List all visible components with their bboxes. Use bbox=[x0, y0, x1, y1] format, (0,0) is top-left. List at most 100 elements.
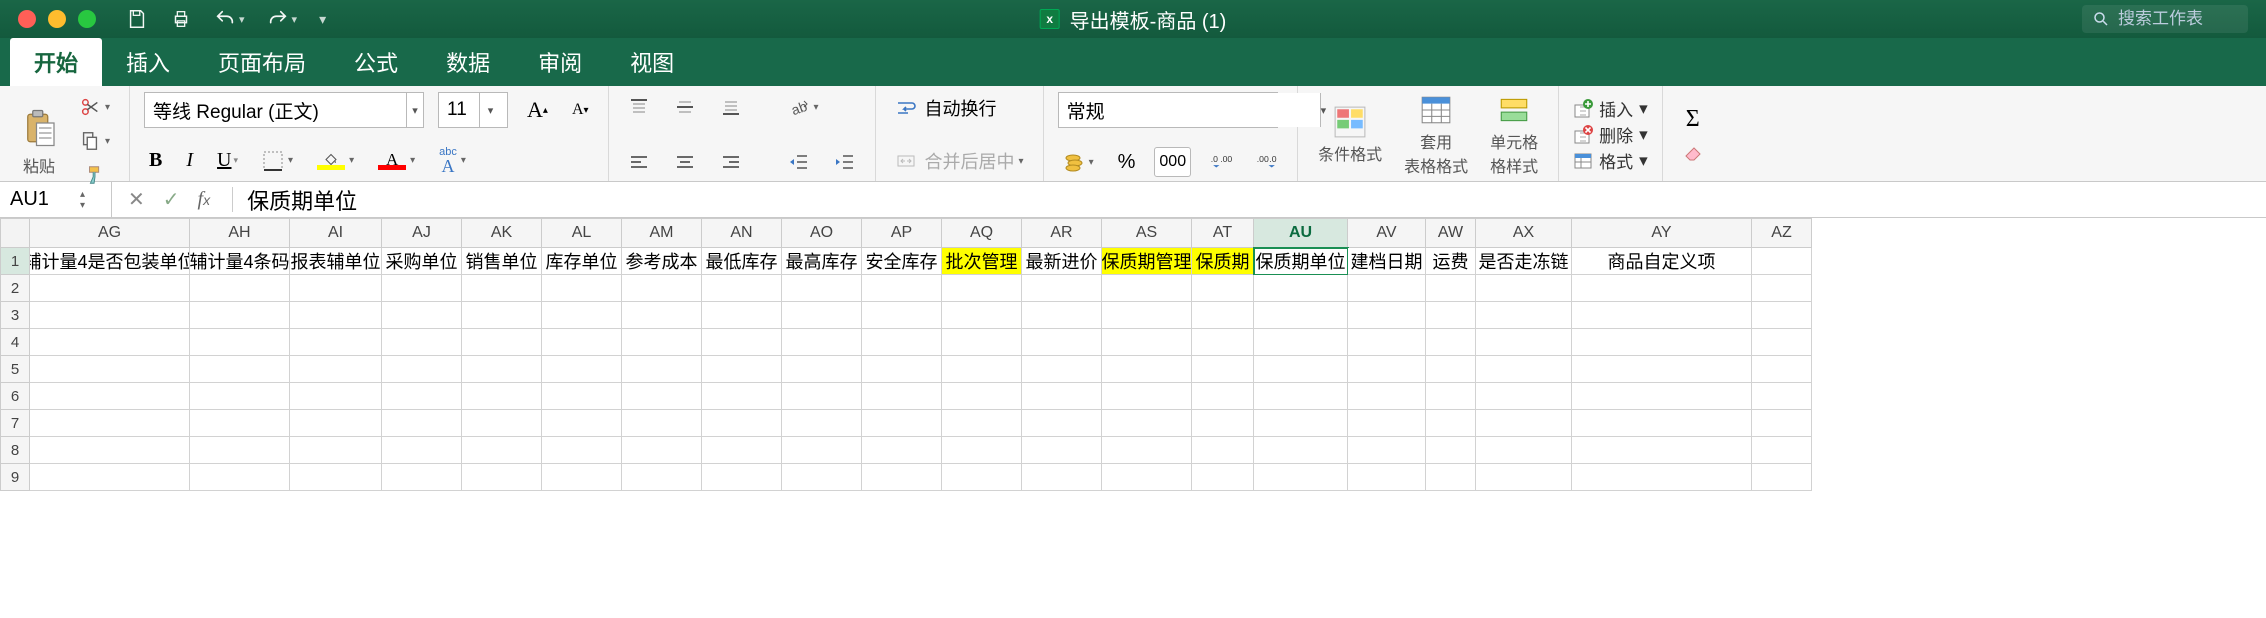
cell[interactable] bbox=[190, 302, 290, 329]
cell[interactable] bbox=[1752, 464, 1812, 491]
cell[interactable] bbox=[1102, 329, 1192, 356]
cell[interactable]: 辅计量4条码 bbox=[190, 248, 290, 275]
formula-input[interactable] bbox=[239, 187, 2266, 213]
minimize-window-button[interactable] bbox=[48, 10, 66, 28]
row-header[interactable]: 2 bbox=[0, 275, 30, 302]
cell[interactable] bbox=[290, 410, 382, 437]
cell[interactable] bbox=[622, 464, 702, 491]
select-all-corner[interactable] bbox=[0, 218, 30, 248]
print-button[interactable] bbox=[170, 8, 192, 30]
cell[interactable] bbox=[190, 383, 290, 410]
cell[interactable] bbox=[1476, 383, 1572, 410]
cell[interactable] bbox=[542, 410, 622, 437]
cell[interactable] bbox=[1752, 437, 1812, 464]
cell[interactable] bbox=[942, 410, 1022, 437]
cell[interactable] bbox=[1476, 410, 1572, 437]
cell[interactable] bbox=[382, 383, 462, 410]
font-name-dropdown[interactable]: ▾ bbox=[406, 93, 423, 127]
cell[interactable] bbox=[702, 383, 782, 410]
font-name-input[interactable] bbox=[145, 93, 406, 127]
autosum-button[interactable]: Σ bbox=[1677, 103, 1709, 136]
column-header[interactable]: AL bbox=[542, 218, 622, 248]
cell[interactable] bbox=[942, 437, 1022, 464]
cell[interactable] bbox=[942, 329, 1022, 356]
cell[interactable] bbox=[1426, 410, 1476, 437]
comma-style-button[interactable]: 000 bbox=[1154, 147, 1191, 177]
number-format-input[interactable] bbox=[1059, 93, 1320, 127]
cell[interactable] bbox=[1348, 437, 1426, 464]
cell[interactable] bbox=[942, 302, 1022, 329]
save-button[interactable] bbox=[126, 8, 148, 30]
cell[interactable] bbox=[1752, 302, 1812, 329]
decrease-indent-button[interactable] bbox=[783, 147, 815, 177]
cell[interactable] bbox=[1192, 302, 1254, 329]
cell[interactable] bbox=[290, 302, 382, 329]
cell[interactable]: 最高库存 bbox=[782, 248, 862, 275]
cell[interactable] bbox=[1476, 464, 1572, 491]
cell[interactable] bbox=[1192, 356, 1254, 383]
cell[interactable] bbox=[30, 356, 190, 383]
cell[interactable] bbox=[1102, 410, 1192, 437]
row-header[interactable]: 7 bbox=[0, 410, 30, 437]
cell[interactable] bbox=[942, 464, 1022, 491]
cell[interactable] bbox=[290, 383, 382, 410]
cell[interactable] bbox=[1426, 383, 1476, 410]
cell[interactable] bbox=[190, 464, 290, 491]
font-size-combo[interactable]: ▾ bbox=[438, 92, 508, 128]
cell[interactable] bbox=[542, 329, 622, 356]
cell[interactable] bbox=[1102, 437, 1192, 464]
cell[interactable] bbox=[942, 356, 1022, 383]
cell[interactable] bbox=[782, 410, 862, 437]
cell[interactable] bbox=[542, 437, 622, 464]
cell[interactable] bbox=[1426, 329, 1476, 356]
cell[interactable] bbox=[1102, 464, 1192, 491]
wrap-text-button[interactable]: 自动换行 bbox=[890, 92, 1002, 124]
cell[interactable] bbox=[1254, 410, 1348, 437]
cell[interactable] bbox=[1022, 356, 1102, 383]
cell[interactable] bbox=[382, 302, 462, 329]
cell[interactable] bbox=[622, 275, 702, 302]
qat-customize-button[interactable]: ▾ bbox=[319, 11, 326, 28]
tab-页面布局[interactable]: 页面布局 bbox=[194, 38, 330, 86]
cut-button[interactable]: ▾ bbox=[74, 92, 115, 122]
column-header[interactable]: AV bbox=[1348, 218, 1426, 248]
cell[interactable] bbox=[1752, 329, 1812, 356]
cell[interactable] bbox=[382, 329, 462, 356]
cell[interactable] bbox=[1426, 275, 1476, 302]
cell[interactable] bbox=[542, 383, 622, 410]
enter-formula-button[interactable]: ✓ bbox=[163, 187, 180, 212]
align-top-button[interactable] bbox=[623, 92, 655, 122]
cell[interactable]: 建档日期 bbox=[1348, 248, 1426, 275]
cell[interactable]: 是否走冻链 bbox=[1476, 248, 1572, 275]
align-middle-button[interactable] bbox=[669, 92, 701, 122]
cell[interactable] bbox=[382, 464, 462, 491]
cell[interactable]: 最新进价 bbox=[1022, 248, 1102, 275]
column-header[interactable]: AU bbox=[1254, 218, 1348, 248]
cell[interactable] bbox=[862, 275, 942, 302]
column-header[interactable]: AH bbox=[190, 218, 290, 248]
column-header[interactable]: AQ bbox=[942, 218, 1022, 248]
cell[interactable] bbox=[1752, 248, 1812, 275]
cell[interactable] bbox=[542, 302, 622, 329]
format-cells-button[interactable]: 格式▾ bbox=[1573, 148, 1648, 173]
cell[interactable] bbox=[862, 329, 942, 356]
row-header[interactable]: 5 bbox=[0, 356, 30, 383]
zoom-window-button[interactable] bbox=[78, 10, 96, 28]
cell[interactable] bbox=[1572, 302, 1752, 329]
cell[interactable] bbox=[542, 275, 622, 302]
insert-cells-button[interactable]: 插入▾ bbox=[1573, 96, 1648, 121]
cell[interactable] bbox=[782, 383, 862, 410]
cell[interactable] bbox=[1254, 329, 1348, 356]
cell[interactable] bbox=[1022, 410, 1102, 437]
tab-视图[interactable]: 视图 bbox=[606, 38, 698, 86]
cell[interactable] bbox=[782, 464, 862, 491]
cell[interactable]: 库存单位 bbox=[542, 248, 622, 275]
sheet-search-input[interactable] bbox=[2118, 9, 2238, 29]
cell[interactable] bbox=[1426, 356, 1476, 383]
cell[interactable] bbox=[462, 356, 542, 383]
sheet-search[interactable] bbox=[2082, 5, 2248, 33]
column-header[interactable]: AI bbox=[290, 218, 382, 248]
cell[interactable] bbox=[782, 356, 862, 383]
align-center-button[interactable] bbox=[669, 147, 701, 177]
name-box-input[interactable] bbox=[0, 188, 80, 211]
